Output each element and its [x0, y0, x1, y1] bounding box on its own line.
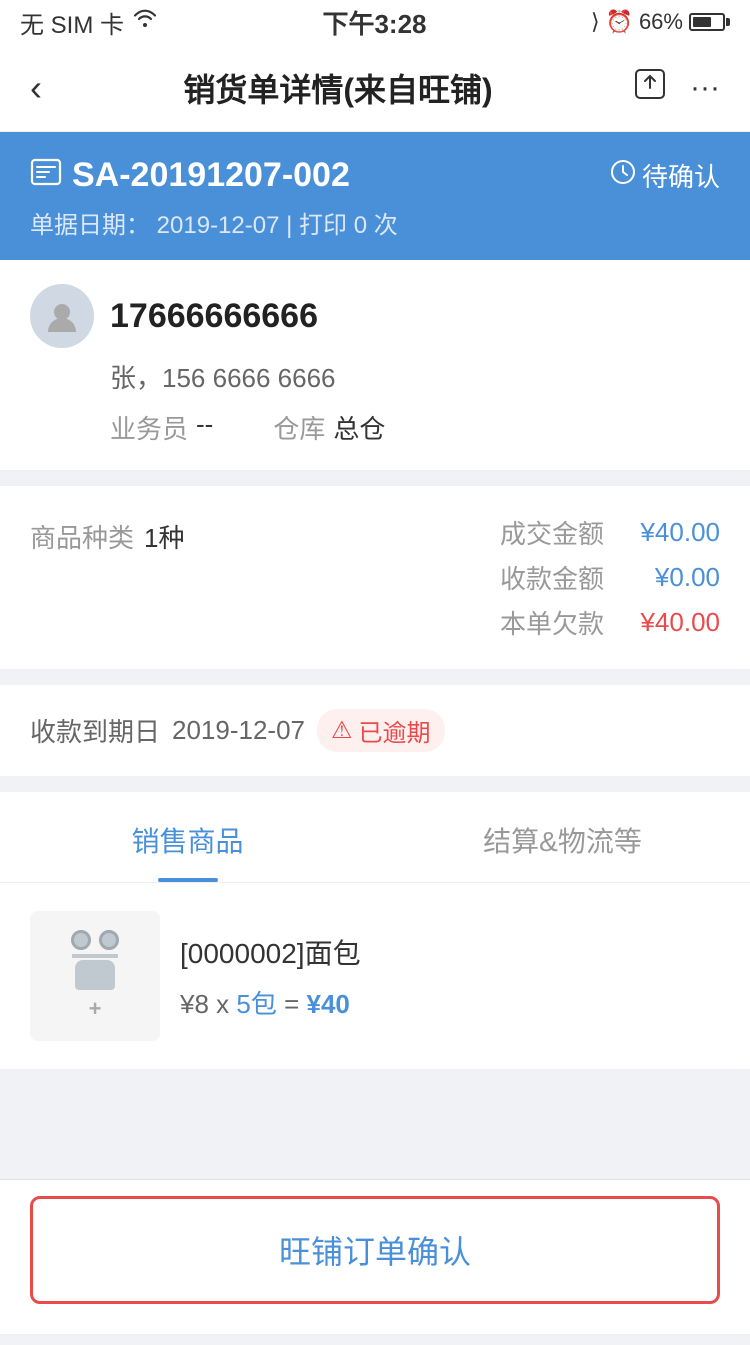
customer-section: 17666666666 张，156 6666 6666 业务员 -- 仓库 总仓 [0, 260, 750, 470]
nav-actions: ··· [634, 68, 720, 108]
alarm-icon: ⏰ [606, 9, 633, 35]
received-label: 收款金额 [500, 559, 604, 596]
product-price: ¥8 x 5包 = ¥40 [180, 984, 720, 1021]
due-section: 收款到期日 2019-12-07 ⚠ 已逾期 [0, 685, 750, 776]
status-bar-right: ⟩ ⏰ 66% [591, 9, 730, 35]
customer-meta: 业务员 -- 仓库 总仓 [110, 409, 720, 446]
order-id: SA-20191207-002 [30, 156, 350, 195]
warehouse-label: 仓库 [273, 409, 325, 446]
battery-label: 66% [639, 9, 683, 35]
product-kind: 商品种类 1种 [30, 514, 184, 555]
tab-sales-products[interactable]: 销售商品 [0, 792, 375, 882]
product-name: [0000002]面包 [180, 932, 720, 972]
product-thumbnail: + [30, 911, 160, 1041]
status-bar-time: 下午3:28 [322, 4, 426, 41]
share-button[interactable] [634, 68, 666, 108]
amounts: 成交金额 ¥40.00 收款金额 ¥0.00 本单欠款 ¥40.00 [500, 514, 720, 641]
avatar [30, 284, 94, 348]
order-header-banner: SA-20191207-002 待确认 单据日期： 2019-12-07 | 打… [0, 132, 750, 260]
clock-icon [610, 159, 636, 192]
order-date: 单据日期： 2019-12-07 | 打印 0 次 [30, 205, 720, 240]
more-button[interactable]: ··· [690, 71, 720, 105]
status-bar: 无 SIM 卡 下午3:28 ⟩ ⏰ 66% [0, 0, 750, 44]
order-icon [30, 156, 62, 195]
product-list: + [0000002]面包 ¥8 x 5包 = ¥40 [0, 883, 750, 1069]
owed-value: ¥40.00 [620, 607, 720, 638]
nav-bar: ‹ 销货单详情(来自旺铺) ··· [0, 44, 750, 132]
warehouse-value: 总仓 [333, 409, 385, 446]
overdue-badge: ⚠ 已逾期 [317, 709, 445, 752]
deal-amount-label: 成交金额 [500, 514, 604, 551]
status-bar-left: 无 SIM 卡 [20, 5, 158, 40]
wifi-icon [132, 8, 158, 36]
carrier-label: 无 SIM 卡 [20, 5, 124, 40]
sales-label: 业务员 [110, 409, 188, 446]
deal-amount-value: ¥40.00 [620, 517, 720, 548]
warning-icon: ⚠ [331, 716, 353, 745]
order-status: 待确认 [610, 157, 720, 194]
tabs: 销售商品 结算&物流等 [0, 792, 750, 883]
due-date-label: 收款到期日 [30, 712, 160, 749]
confirm-order-button[interactable]: 旺铺订单确认 [30, 1196, 720, 1304]
owed-label: 本单欠款 [500, 604, 604, 641]
received-value: ¥0.00 [620, 562, 720, 593]
customer-name: 张，156 6666 6666 [110, 358, 720, 395]
amount-section: 商品种类 1种 成交金额 ¥40.00 收款金额 ¥0.00 本单欠款 ¥40.… [0, 486, 750, 669]
bottom-bar: 旺铺订单确认 [0, 1179, 750, 1334]
location-icon: ⟩ [591, 9, 600, 35]
product-info: [0000002]面包 ¥8 x 5包 = ¥40 [180, 932, 720, 1021]
page-title: 销货单详情(来自旺铺) [183, 65, 492, 111]
sales-value: -- [196, 409, 213, 446]
product-item: + [0000002]面包 ¥8 x 5包 = ¥40 [0, 883, 750, 1069]
back-button[interactable]: ‹ [30, 67, 42, 109]
due-date-value: 2019-12-07 [172, 715, 305, 746]
tab-settlement[interactable]: 结算&物流等 [375, 792, 750, 882]
battery-icon [689, 13, 730, 31]
customer-phone: 17666666666 [110, 297, 318, 336]
